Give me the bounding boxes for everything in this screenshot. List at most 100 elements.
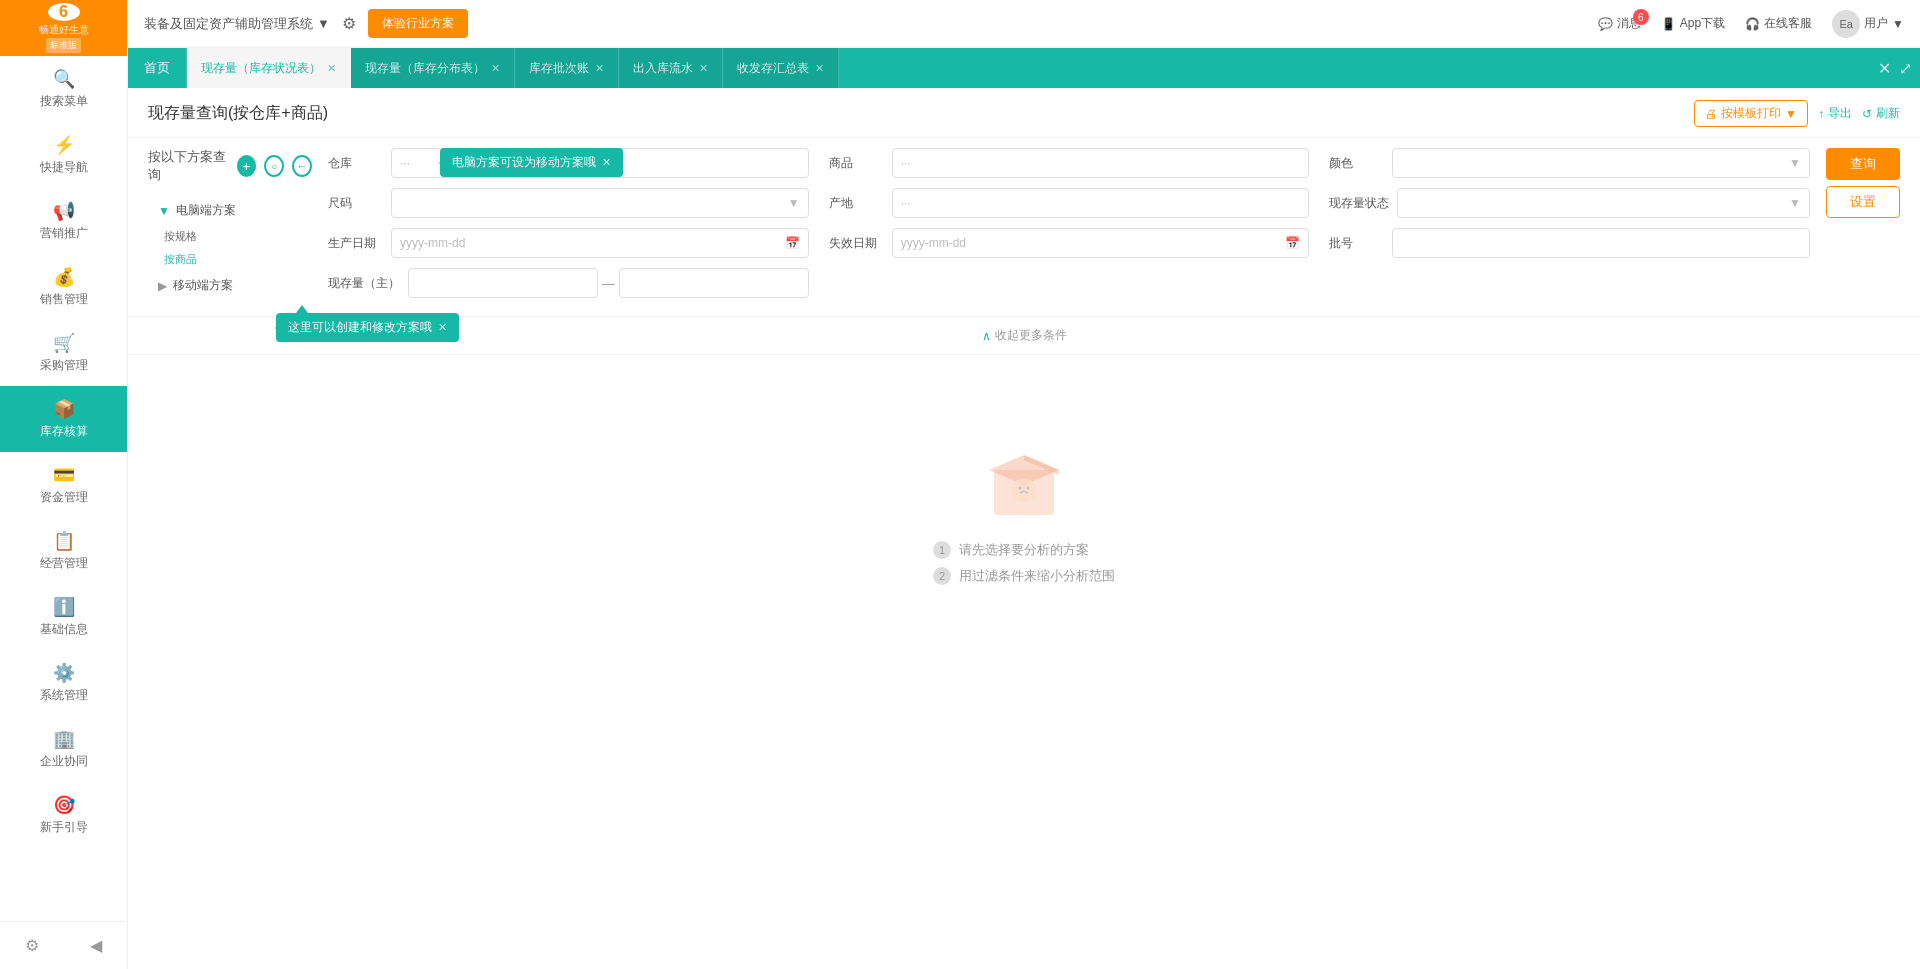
reset-button[interactable]: 设置 — [1826, 186, 1900, 218]
inv-status-dropdown-icon: ▼ — [1789, 196, 1801, 210]
action-buttons: 查询 设置 — [1810, 148, 1900, 308]
tab-home[interactable]: 首页 — [128, 48, 187, 88]
product-select[interactable]: ··· — [892, 148, 1310, 178]
tab-inventory-dist[interactable]: 现存量（库存分布表） ✕ — [351, 48, 515, 88]
scheme-sub-item[interactable]: 按规格 — [164, 225, 312, 248]
header-left: 装备及固定资产辅助管理系统 ▼ ⚙ 体验行业方案 — [144, 9, 468, 38]
tab-close-icon[interactable]: ✕ — [595, 62, 604, 75]
message-button[interactable]: 💬 消息 6 — [1598, 15, 1641, 32]
tooltip1-popup: 电脑方案可设为移动方案哦 ✕ — [440, 148, 623, 177]
tab-receive-send-summary[interactable]: 收发存汇总表 ✕ — [723, 48, 839, 88]
online-service-label: 在线客服 — [1764, 15, 1812, 32]
empty-hint-1: 1 请先选择要分析的方案 — [933, 541, 1115, 559]
tab-in-out-flow[interactable]: 出入库流水 ✕ — [619, 48, 723, 88]
edit-scheme-button[interactable]: ○ — [264, 155, 284, 177]
sales-icon: 💰 — [53, 266, 75, 288]
size-select[interactable]: ▼ — [391, 188, 809, 218]
production-date-input[interactable]: yyyy-mm-dd 📅 — [391, 228, 809, 258]
hint-text-2: 用过滤条件来缩小分析范围 — [959, 567, 1115, 585]
expiry-date-input[interactable]: yyyy-mm-dd 📅 — [892, 228, 1310, 258]
system-icon: ⚙️ — [53, 662, 75, 684]
tab-batch-ledger[interactable]: 库存批次账 ✕ — [515, 48, 619, 88]
range-separator: — — [602, 276, 615, 291]
inventory-qty-max-input[interactable] — [619, 268, 809, 298]
tab-close-icon[interactable]: ✕ — [815, 62, 824, 75]
tooltip2-close-button[interactable]: ✕ — [438, 321, 447, 334]
tab-close-all-icon[interactable]: ✕ — [1878, 59, 1891, 78]
inventory-qty-min-input[interactable] — [408, 268, 598, 298]
sidebar: 6 畅通好生意 标准版 🔍 搜索菜单 ⚡ 快捷导航 📢 营销推广 💰 销售管理 … — [0, 0, 128, 969]
desktop-scheme-header[interactable]: ▼ 电脑端方案 — [148, 196, 312, 225]
logo-text: 畅通好生意 — [39, 23, 89, 37]
sidebar-item-label: 系统管理 — [40, 687, 88, 704]
sidebar-footer: ⚙ ◀ — [0, 921, 127, 969]
hint-number-2: 2 — [933, 567, 951, 585]
tab-close-icon[interactable]: ✕ — [699, 62, 708, 75]
template-print-button[interactable]: 🖨 按模板打印 ▼ — [1694, 100, 1808, 127]
sidebar-item-system[interactable]: ⚙️ 系统管理 — [0, 650, 127, 716]
filter-color: 颜色 ▼ — [1329, 148, 1810, 178]
sidebar-item-operations[interactable]: 📋 经营管理 — [0, 518, 127, 584]
tab-label: 现存量（库存分布表） — [365, 60, 485, 77]
scheme-sub-item-active[interactable]: 按商品 — [164, 248, 312, 271]
export-button[interactable]: ↑ 导出 — [1818, 105, 1852, 122]
size-label: 尺码 — [328, 195, 383, 212]
header-gear-icon[interactable]: ⚙ — [342, 14, 356, 33]
calendar2-icon[interactable]: 📅 — [1285, 236, 1300, 250]
sidebar-item-enterprise[interactable]: 🏢 企业协同 — [0, 716, 127, 782]
origin-select[interactable]: ··· — [892, 188, 1310, 218]
filter-row-4: 现存量（主） — — [328, 268, 1810, 298]
main-content: 装备及固定资产辅助管理系统 ▼ ⚙ 体验行业方案 💬 消息 6 📱 App下载 … — [128, 0, 1920, 969]
purchase-icon: 🛒 — [53, 332, 75, 354]
sidebar-item-search-menu[interactable]: 🔍 搜索菜单 — [0, 56, 127, 122]
app-download-button[interactable]: 📱 App下载 — [1661, 15, 1725, 32]
mobile-scheme-header[interactable]: ▶ 移动端方案 — [148, 271, 312, 300]
home-label: 首页 — [144, 59, 170, 77]
search-button[interactable]: 查询 — [1826, 148, 1900, 180]
tooltip2-arrow — [296, 305, 308, 313]
logo-icon: 6 — [48, 3, 80, 21]
dropdown-arrow-icon: ▼ — [317, 16, 330, 31]
add-scheme-button[interactable]: + — [237, 155, 256, 177]
tab-close-icon[interactable]: ✕ — [491, 62, 500, 75]
sidebar-item-label: 库存核算 — [40, 423, 88, 440]
print-dropdown-icon: ▼ — [1785, 107, 1797, 121]
sidebar-item-purchase[interactable]: 🛒 采购管理 — [0, 320, 127, 386]
quick-nav-icon: ⚡ — [53, 134, 75, 156]
scheme-panel: 按以下方案查询 + ○ ← ▼ 电脑端方案 按规格 按商品 — [148, 148, 328, 308]
inventory-icon: 📦 — [53, 398, 75, 420]
sidebar-item-sales[interactable]: 💰 销售管理 — [0, 254, 127, 320]
origin-dots: ··· — [901, 196, 911, 210]
sidebar-item-marketing[interactable]: 📢 营销推广 — [0, 188, 127, 254]
empty-text: 1 请先选择要分析的方案 2 用过滤条件来缩小分析范围 — [933, 541, 1115, 585]
color-select[interactable]: ▼ — [1392, 148, 1810, 178]
user-button[interactable]: Ea 用户 ▼ — [1832, 10, 1904, 38]
sidebar-item-inventory[interactable]: 📦 库存核算 — [0, 386, 127, 452]
tab-fullscreen-icon[interactable]: ⤢ — [1899, 59, 1912, 78]
sidebar-item-finance[interactable]: 💳 资金管理 — [0, 452, 127, 518]
tooltip1-close-button[interactable]: ✕ — [602, 156, 611, 169]
calendar-icon[interactable]: 📅 — [785, 236, 800, 250]
sidebar-item-basic-info[interactable]: ℹ️ 基础信息 — [0, 584, 127, 650]
back-scheme-button[interactable]: ← — [292, 155, 312, 177]
refresh-button[interactable]: ↺ 刷新 — [1862, 105, 1900, 122]
industry-solution-button[interactable]: 体验行业方案 — [368, 9, 468, 38]
collapse-sidebar-icon[interactable]: ◀ — [86, 932, 106, 959]
settings-footer-icon[interactable]: ⚙ — [21, 932, 43, 959]
batch-no-input[interactable] — [1392, 228, 1810, 258]
system-title-dropdown[interactable]: 装备及固定资产辅助管理系统 ▼ — [144, 15, 330, 33]
filter-expiry-date: 失效日期 yyyy-mm-dd 📅 — [829, 228, 1310, 258]
tab-inventory-status[interactable]: 现存量（库存状况表） ✕ — [187, 48, 351, 88]
filter-size: 尺码 ▼ — [328, 188, 809, 218]
sidebar-item-guide[interactable]: 🎯 新手引导 — [0, 782, 127, 848]
filter-row-2: 尺码 ▼ 产地 ··· — [328, 188, 1810, 218]
online-service-button[interactable]: 🎧 在线客服 — [1745, 15, 1812, 32]
collapse-up-icon: ∧ — [982, 329, 991, 343]
phone-icon: 📱 — [1661, 17, 1676, 31]
inventory-status-select[interactable]: ▼ — [1397, 188, 1810, 218]
tab-close-icon[interactable]: ✕ — [327, 62, 336, 75]
enterprise-icon: 🏢 — [53, 728, 75, 750]
tooltip1-container: 电脑方案可设为移动方案哦 ✕ — [440, 148, 623, 177]
tooltip2-popup: 这里可以创建和修改方案哦 ✕ — [276, 313, 459, 342]
sidebar-item-quick-nav[interactable]: ⚡ 快捷导航 — [0, 122, 127, 188]
